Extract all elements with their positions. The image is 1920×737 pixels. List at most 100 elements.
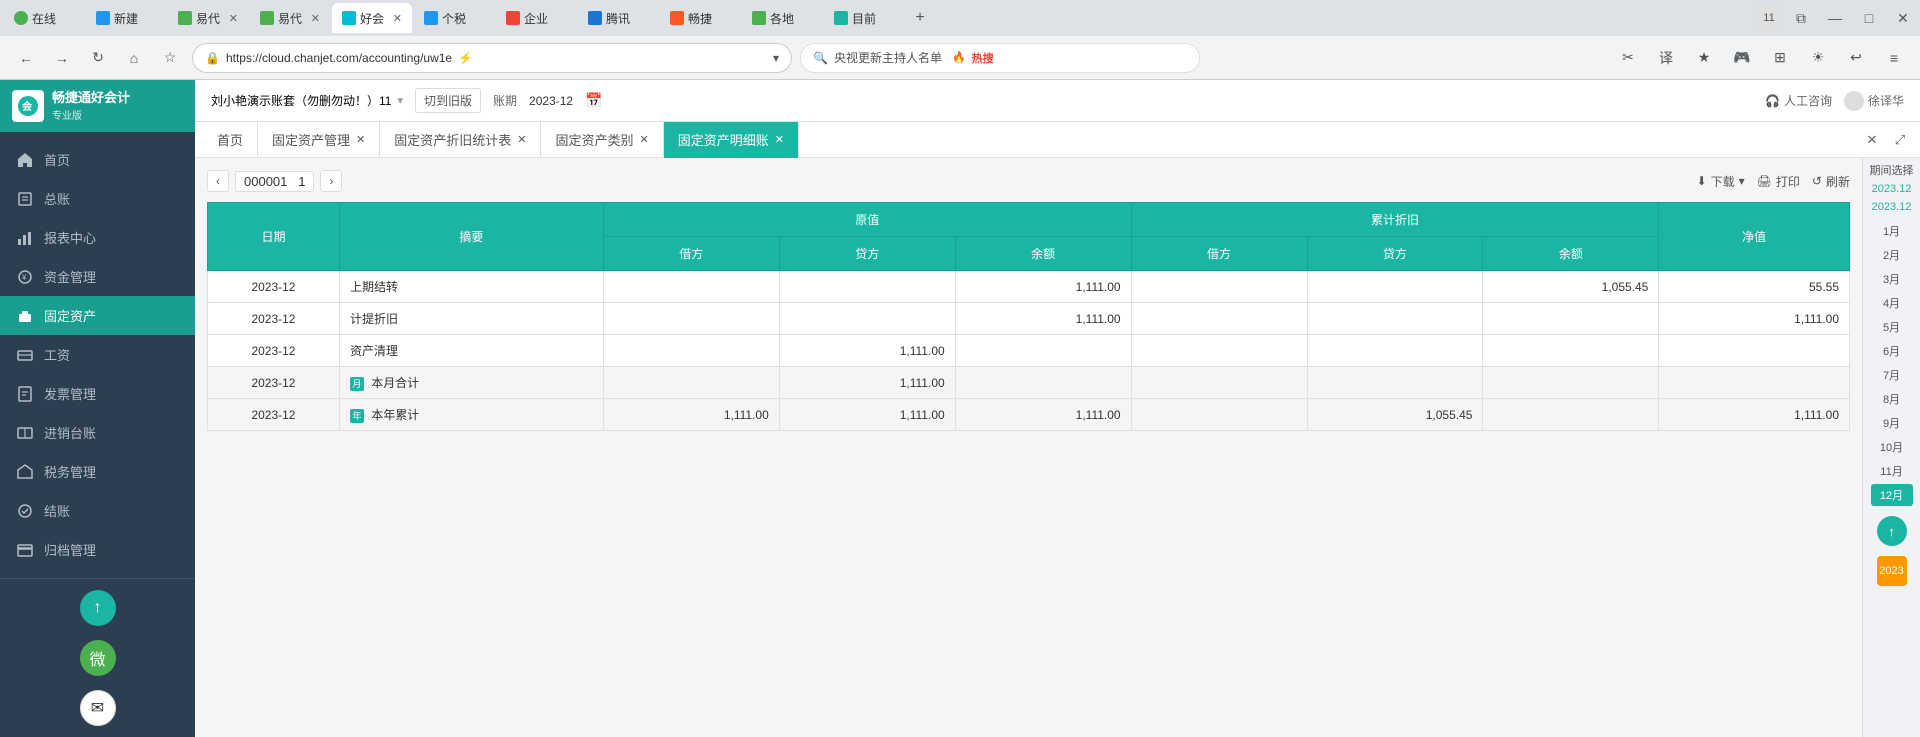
refresh-button[interactable]: ↺ 刷新 (1812, 173, 1850, 190)
tab-close-all-icon[interactable]: ✕ (1860, 128, 1884, 152)
maximize-btn[interactable]: □ (1856, 5, 1882, 31)
star-icon[interactable]: ★ (1690, 44, 1718, 72)
sidebar-item-closing[interactable]: 结账 (0, 491, 195, 530)
reload-button[interactable]: ↻ (84, 44, 112, 72)
year-badge[interactable]: 2023 (1877, 556, 1907, 586)
cell-acc-balance-3 (1483, 335, 1659, 367)
menu-icon[interactable]: ≡ (1880, 44, 1908, 72)
period-month-9[interactable]: 9月 (1871, 412, 1913, 434)
tab-asset-detail[interactable]: 固定资产明细账 ✕ (664, 122, 799, 158)
tab-asset-mgmt[interactable]: 固定资产管理 ✕ (258, 122, 380, 158)
sun-icon[interactable]: ☀ (1804, 44, 1832, 72)
cell-orig-credit-2 (779, 303, 955, 335)
scissors-icon[interactable]: ✂ (1614, 44, 1642, 72)
scroll-top-button[interactable]: ↑ (80, 590, 116, 626)
cell-orig-debit-4 (603, 367, 779, 399)
period-month-7[interactable]: 7月 (1871, 364, 1913, 386)
tab-asset-category-close[interactable]: ✕ (640, 133, 649, 146)
sidebar-item-ledger[interactable]: 总账 (0, 179, 195, 218)
home-button[interactable]: ⌂ (120, 44, 148, 72)
sidebar-payroll-label: 工资 (44, 345, 70, 364)
tab-close-yidai2[interactable]: ✕ (311, 12, 320, 25)
sidebar-item-home[interactable]: 首页 (0, 140, 195, 179)
sidebar-logo: 会 (12, 90, 44, 122)
tab-depreciation-stat[interactable]: 固定资产折旧统计表 ✕ (380, 122, 541, 158)
print-button[interactable]: 🖨 打印 (1757, 173, 1800, 190)
sidebar-item-settings[interactable]: 设置 (0, 569, 195, 578)
user-button[interactable]: 徐译华 (1844, 91, 1904, 111)
table-row: 2023-12 资产清理 1,111.00 (208, 335, 1850, 367)
svg-text:¥: ¥ (21, 273, 27, 282)
sidebar-item-archive[interactable]: 归档管理 (0, 530, 195, 569)
sidebar-item-reports[interactable]: 报表中心 (0, 218, 195, 257)
restore-btn[interactable]: ⧉ (1788, 5, 1814, 31)
period-month-4[interactable]: 4月 (1871, 292, 1913, 314)
bookmark-button[interactable]: ☆ (156, 44, 184, 72)
tab-asset-mgmt-close[interactable]: ✕ (356, 133, 365, 146)
company-selector[interactable]: 刘小艳演示账套（勿删勿动！）11 ▾ (211, 92, 403, 109)
th-orig-balance: 余额 (955, 237, 1131, 271)
browser-tab-geshui[interactable]: 个税 (414, 3, 494, 33)
scroll-to-top-button[interactable]: ↑ (1877, 516, 1907, 546)
browser-tab-online[interactable]: 在线 (4, 3, 84, 33)
period-month-2[interactable]: 2月 (1871, 244, 1913, 266)
period-month-11[interactable]: 11月 (1871, 460, 1913, 482)
sidebar-item-invoice[interactable]: 发票管理 (0, 374, 195, 413)
download-button[interactable]: ⬇ 下载 ▾ (1697, 173, 1745, 190)
tab-fullscreen-icon[interactable]: ⤢ (1888, 128, 1912, 152)
calendar-icon[interactable]: 📅 (585, 92, 602, 109)
minimize-btn[interactable]: — (1822, 5, 1848, 31)
back-button[interactable]: ← (12, 44, 40, 72)
prev-page-button[interactable]: ‹ (207, 170, 229, 192)
tab-depreciation-stat-close[interactable]: ✕ (517, 133, 526, 146)
period-month-6[interactable]: 6月 (1871, 340, 1913, 362)
sidebar-item-inventory[interactable]: 进销台账 (0, 413, 195, 452)
period-month-3[interactable]: 3月 (1871, 268, 1913, 290)
asset-code: 000001 1 (235, 171, 314, 192)
search-bar[interactable]: 🔍 央视更新主持人名单 🔥 热搜 (800, 43, 1200, 73)
tab-close-yidai1[interactable]: ✕ (229, 12, 238, 25)
cell-date-4: 2023-12 (208, 367, 340, 399)
cell-orig-credit-4: 1,111.00 (779, 367, 955, 399)
tab-asset-detail-close[interactable]: ✕ (775, 133, 784, 146)
grid-icon[interactable]: ⊞ (1766, 44, 1794, 72)
next-page-button[interactable]: › (320, 170, 342, 192)
browser-tab-yidai1[interactable]: 易代 ✕ (168, 3, 248, 33)
help-button[interactable]: 🎧 人工咨询 (1765, 92, 1832, 109)
browser-tab-haohui[interactable]: 好会 ✕ (332, 3, 412, 33)
browser-tab-changjie[interactable]: 畅捷 (660, 3, 740, 33)
cell-acc-balance-1: 1,055.45 (1483, 271, 1659, 303)
browser-tab-qiye[interactable]: 企业 (496, 3, 576, 33)
tab-home[interactable]: 首页 (203, 122, 258, 158)
browser-tab-tencent[interactable]: 腾讯 (578, 3, 658, 33)
mail-icon[interactable]: ✉ (80, 690, 116, 726)
tab-close-haohui[interactable]: ✕ (393, 12, 402, 25)
tab-asset-category[interactable]: 固定资产类别 ✕ (541, 122, 663, 158)
sidebar-item-payroll[interactable]: 工资 (0, 335, 195, 374)
period-month-12[interactable]: 12月 (1871, 484, 1913, 506)
browser-tab-new[interactable]: 新建 (86, 3, 166, 33)
browser-tab-gedi[interactable]: 各地 (742, 3, 822, 33)
period-month-1[interactable]: 1月 (1871, 220, 1913, 242)
period-month-8[interactable]: 8月 (1871, 388, 1913, 410)
weibo-icon[interactable]: 微 (80, 640, 116, 676)
browser-tab-mubiao[interactable]: 目前 (824, 3, 904, 33)
undo-icon[interactable]: ↩ (1842, 44, 1870, 72)
game-icon[interactable]: 🎮 (1728, 44, 1756, 72)
sidebar-item-funds[interactable]: ¥ 资金管理 (0, 257, 195, 296)
new-tab-button[interactable]: + (906, 4, 934, 32)
forward-button[interactable]: → (48, 44, 76, 72)
sidebar-item-tax[interactable]: 税务管理 (0, 452, 195, 491)
switch-version-button[interactable]: 切到旧版 (415, 88, 481, 113)
sidebar-item-assets[interactable]: 固定资产 (0, 296, 195, 335)
tab-count-badge[interactable]: 11 (1758, 5, 1780, 31)
translate-icon[interactable]: 译 (1652, 44, 1680, 72)
toolbar-right: ✂ 译 ★ 🎮 ⊞ ☀ ↩ ≡ (1614, 44, 1908, 72)
period-month-10[interactable]: 10月 (1871, 436, 1913, 458)
period-month-5[interactable]: 5月 (1871, 316, 1913, 338)
cell-acc-credit-3 (1307, 335, 1483, 367)
browser-tab-yidai2[interactable]: 易代 ✕ (250, 3, 330, 33)
close-btn[interactable]: ✕ (1890, 5, 1916, 31)
url-bar[interactable]: 🔒 https://cloud.chanjet.com/accounting/u… (192, 43, 792, 73)
url-dropdown[interactable]: ▾ (773, 51, 779, 65)
